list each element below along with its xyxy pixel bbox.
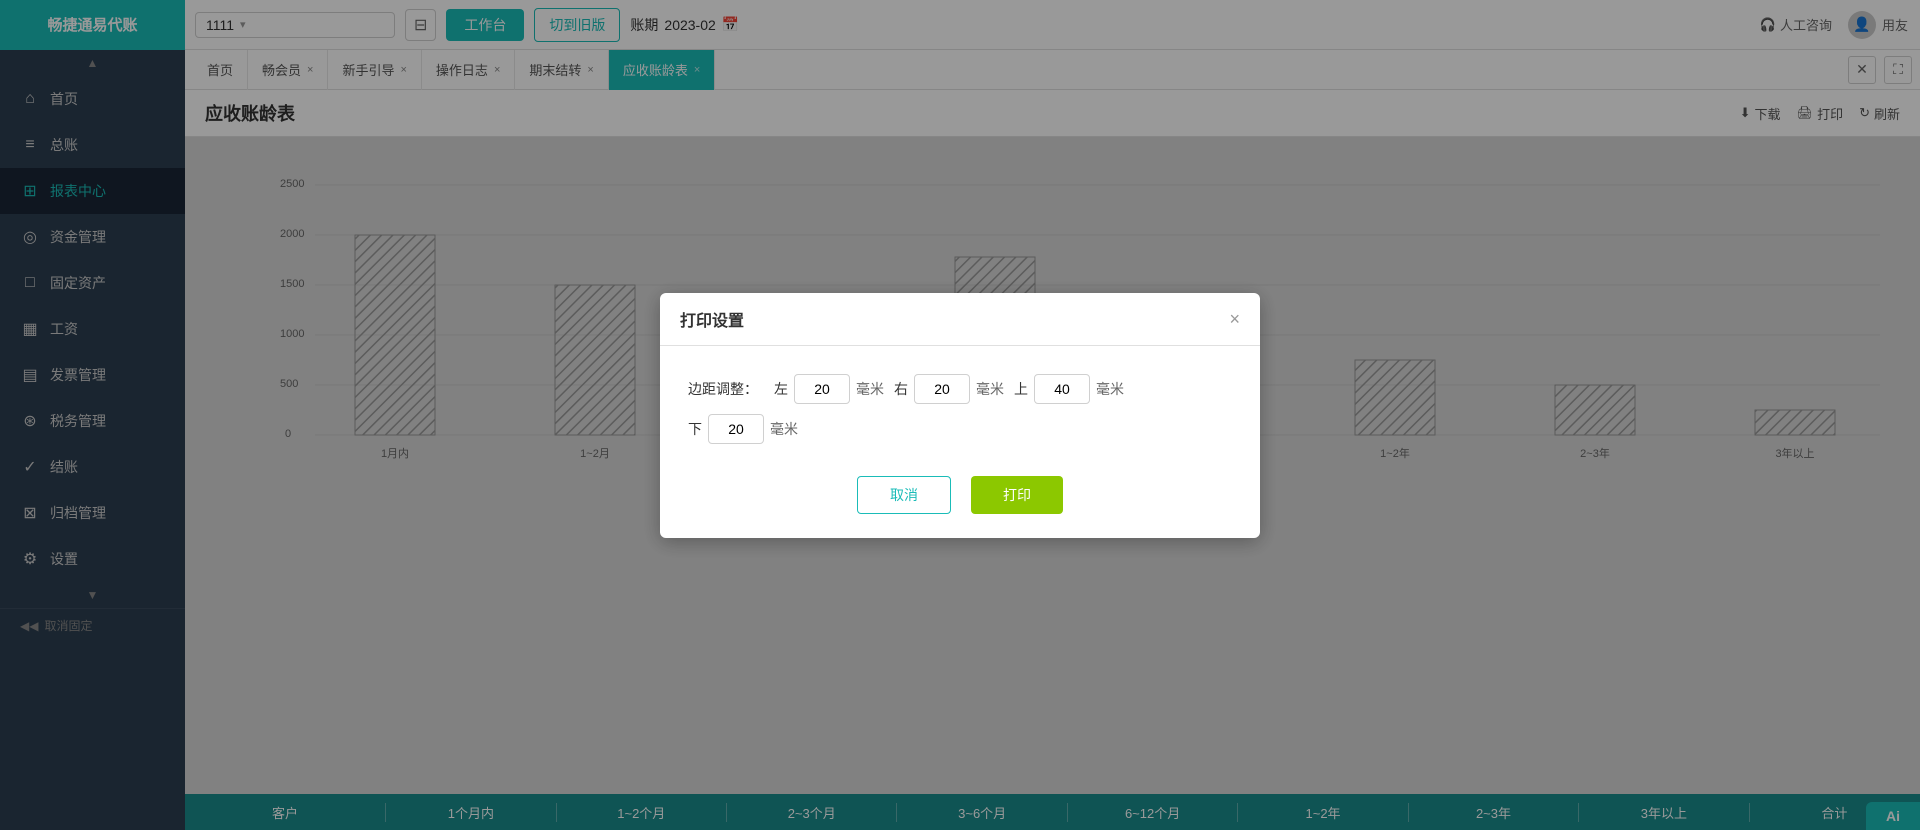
dialog-title: 打印设置 [680, 307, 744, 331]
margin-bottom-label: 下 [688, 419, 702, 439]
margin-right-input[interactable] [914, 374, 970, 404]
dialog-header: 打印设置 × [660, 293, 1260, 346]
margin-right-group: 右 毫米 [894, 374, 1004, 404]
dialog-close-button[interactable]: × [1229, 310, 1240, 328]
print-settings-dialog: 打印设置 × 边距调整： 左 毫米 右 毫米 上 毫米 [660, 293, 1260, 538]
margin-label: 边距调整： [688, 379, 758, 399]
dialog-body: 边距调整： 左 毫米 右 毫米 上 毫米 下 [660, 346, 1260, 468]
margin-left-group: 左 毫米 [774, 374, 884, 404]
dialog-overlay: 打印设置 × 边距调整： 左 毫米 右 毫米 上 毫米 [0, 0, 1920, 830]
margin-top-label: 上 [1014, 379, 1028, 399]
margin-left-label: 左 [774, 379, 788, 399]
dialog-footer: 取消 打印 [660, 468, 1260, 538]
margin-bottom-unit: 毫米 [770, 419, 798, 439]
margin-right-label: 右 [894, 379, 908, 399]
margin-right-unit: 毫米 [976, 379, 1004, 399]
margin-top-input[interactable] [1034, 374, 1090, 404]
margin-top-group: 上 毫米 [1014, 374, 1124, 404]
print-confirm-button[interactable]: 打印 [971, 476, 1063, 514]
margin-left-input[interactable] [794, 374, 850, 404]
margin-top-unit: 毫米 [1096, 379, 1124, 399]
margin-bottom-input[interactable] [708, 414, 764, 444]
margin-bottom-group: 下 毫米 [688, 414, 798, 444]
margin-left-unit: 毫米 [856, 379, 884, 399]
margin-row: 边距调整： 左 毫米 右 毫米 上 毫米 下 [688, 374, 1232, 444]
cancel-button[interactable]: 取消 [857, 476, 951, 514]
